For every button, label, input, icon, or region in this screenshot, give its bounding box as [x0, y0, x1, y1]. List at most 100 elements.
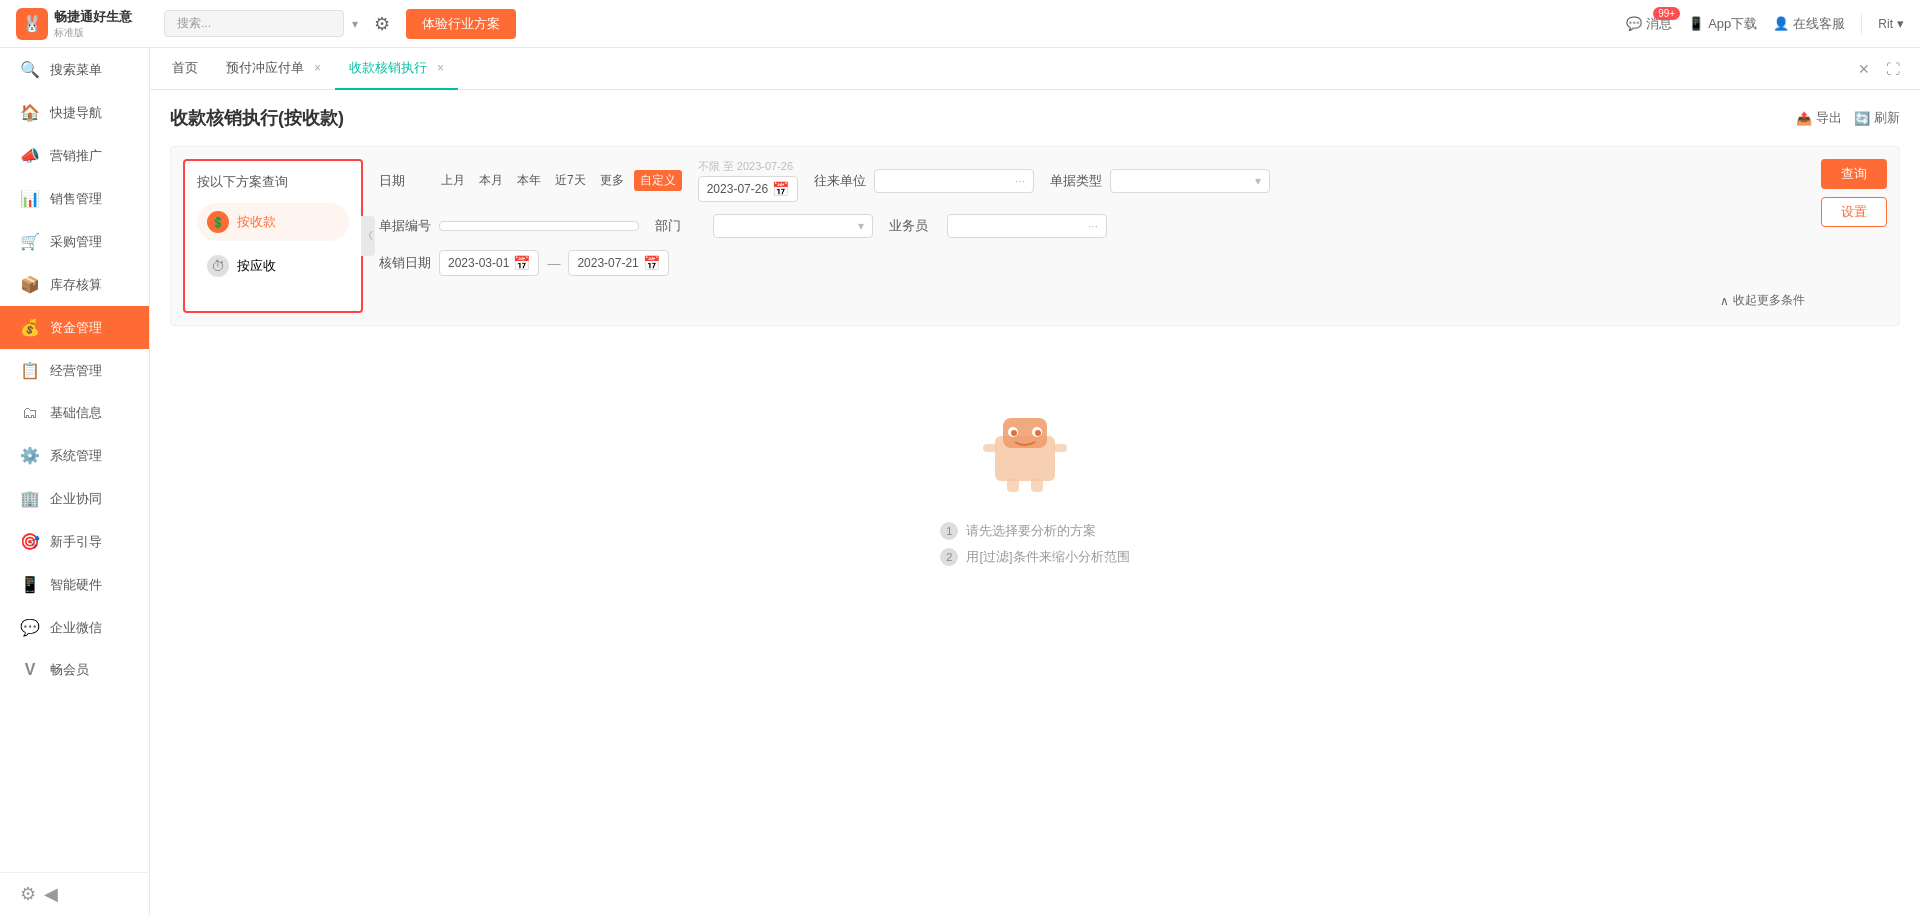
sidebar-item-label: 快捷导航: [50, 104, 102, 122]
shortcut-last-month[interactable]: 上月: [437, 170, 469, 191]
staff-select[interactable]: ···: [947, 214, 1107, 238]
shortcut-this-month[interactable]: 本月: [475, 170, 507, 191]
svg-point-4: [1011, 430, 1017, 436]
enterprise-icon: 🏢: [20, 489, 40, 508]
filter-panel-title: 按以下方案查询: [197, 173, 349, 191]
sales-icon: 📊: [20, 189, 40, 208]
content-area: 首页 预付冲应付单 × 收款核销执行 × ✕ ⛶ 收款核销执行(按收款): [150, 48, 1920, 915]
sidebar-item-operations[interactable]: 📋 经营管理: [0, 349, 149, 392]
sidebar-item-wechat[interactable]: 💬 企业微信: [0, 606, 149, 649]
gear-icon[interactable]: ⚙: [366, 13, 398, 35]
header-search-bar[interactable]: 搜索...: [164, 10, 344, 37]
dept-select[interactable]: ▾: [713, 214, 873, 238]
writeoff-end-input[interactable]: 2023-07-21 📅: [568, 250, 668, 276]
tip-num-1: 1: [940, 522, 958, 540]
tab-collection[interactable]: 收款核销执行 ×: [335, 48, 458, 90]
date-shortcuts: 上月 本月 本年 近7天 更多 自定义: [437, 170, 682, 191]
header-right: 💬 消息 99+ 📱 App下载 👤 在线客服 Rit ▾: [1626, 14, 1904, 34]
online-service-btn[interactable]: 👤 在线客服: [1773, 15, 1845, 33]
doc-no-input[interactable]: [439, 221, 639, 231]
collapse-more-btn[interactable]: ∧ 收起更多条件: [379, 288, 1805, 313]
tip-text-1: 请先选择要分析的方案: [966, 522, 1096, 540]
sidebar-item-finance[interactable]: 💰 资金管理: [0, 306, 149, 349]
sidebar-item-label: 企业协同: [50, 490, 102, 508]
calendar-writeoff-start-icon[interactable]: 📅: [513, 255, 530, 271]
setting-button[interactable]: 设置: [1821, 197, 1887, 227]
empty-tip-1: 1 请先选择要分析的方案: [940, 522, 1129, 540]
staff-dots-icon: ···: [1088, 219, 1098, 233]
doc-type-select[interactable]: ▾: [1110, 169, 1270, 193]
doc-type-label: 单据类型: [1050, 172, 1102, 190]
app-download-btn[interactable]: 📱 App下载: [1688, 15, 1757, 33]
tab-collection-label: 收款核销执行: [349, 59, 427, 77]
collapse-left-icon: 《: [363, 229, 373, 243]
shortcut-more[interactable]: 更多: [596, 170, 628, 191]
user-chevron-icon: ▾: [1897, 16, 1904, 31]
sidebar-item-sales[interactable]: 📊 销售管理: [0, 177, 149, 220]
filter-option-by-receipt[interactable]: 💲 按收款: [197, 203, 349, 241]
sidebar-item-label: 搜索菜单: [50, 61, 102, 79]
tab-close-all-icon[interactable]: ✕: [1854, 57, 1874, 81]
date-filter-item: 日期 上月 本月 本年 近7天 更多 自定义: [379, 170, 682, 191]
user-name: Rit: [1878, 17, 1893, 31]
sidebar-item-marketing[interactable]: 📣 营销推广: [0, 134, 149, 177]
sidebar-item-label: 基础信息: [50, 404, 102, 422]
chevron-down-icon[interactable]: ▾: [352, 17, 358, 31]
refresh-btn[interactable]: 🔄 刷新: [1854, 109, 1900, 127]
shortcut-custom[interactable]: 自定义: [634, 170, 682, 191]
sidebar-item-guide[interactable]: 🎯 新手引导: [0, 520, 149, 563]
app-icon: 📱: [1688, 16, 1704, 31]
sidebar-item-inventory[interactable]: 📦 库存核算: [0, 263, 149, 306]
collapse-left-panel-btn[interactable]: 《: [361, 216, 375, 256]
logo-icon: 🐰: [16, 8, 48, 40]
shortcut-this-year[interactable]: 本年: [513, 170, 545, 191]
svg-rect-8: [1007, 478, 1019, 492]
empty-tip-2: 2 用[过滤]条件来缩小分析范围: [940, 548, 1129, 566]
shortcut-7days[interactable]: 近7天: [551, 170, 590, 191]
calendar-start-icon[interactable]: 📅: [772, 181, 789, 197]
message-badge: 99+: [1653, 7, 1680, 20]
writeoff-date-filter-item: 核销日期 2023-03-01 📅 — 2023-07-21: [379, 250, 669, 276]
filter-option-by-receivable[interactable]: ⏱ 按应收: [197, 247, 349, 285]
writeoff-start-input[interactable]: 2023-03-01 📅: [439, 250, 539, 276]
dept-arrow-icon: ▾: [858, 219, 864, 233]
export-icon: 📤: [1796, 111, 1812, 126]
logo-sub-text: 标准版: [54, 26, 132, 40]
tab-collection-close-icon[interactable]: ×: [437, 61, 444, 75]
sidebar-item-quick-nav[interactable]: 🏠 快捷导航: [0, 91, 149, 134]
empty-illustration: [975, 406, 1075, 496]
tab-prepay-close-icon[interactable]: ×: [314, 61, 321, 75]
sidebar-item-search-menu[interactable]: 🔍 搜索菜单: [0, 48, 149, 91]
date-start-input[interactable]: 2023-07-26 📅: [698, 176, 798, 202]
sidebar-item-system[interactable]: ⚙️ 系统管理: [0, 434, 149, 477]
partner-dots-icon: ···: [1015, 174, 1025, 188]
sidebar-item-basic-info[interactable]: 🗂 基础信息: [0, 392, 149, 434]
empty-tips: 1 请先选择要分析的方案 2 用[过滤]条件来缩小分析范围: [940, 522, 1129, 566]
collapse-sidebar-icon[interactable]: ◀: [44, 883, 58, 905]
sidebar-item-hardware[interactable]: 📱 智能硬件: [0, 563, 149, 606]
export-btn[interactable]: 📤 导出: [1796, 109, 1842, 127]
query-button[interactable]: 查询: [1821, 159, 1887, 189]
date-range-area: 不限 至 2023-07-26 2023-07-26 📅: [698, 159, 798, 202]
tab-expand-icon[interactable]: ⛶: [1882, 57, 1904, 81]
docno-filter-row: 单据编号 部门 ▾: [379, 214, 1805, 238]
collapse-more-icon: ∧: [1720, 294, 1729, 308]
settings-bottom-icon[interactable]: ⚙: [20, 883, 36, 905]
sidebar-item-vip[interactable]: V 畅会员: [0, 649, 149, 691]
calendar-writeoff-end-icon[interactable]: 📅: [643, 255, 660, 271]
partner-select[interactable]: ···: [874, 169, 1034, 193]
user-name-area[interactable]: Rit ▾: [1878, 16, 1904, 31]
message-btn[interactable]: 💬 消息 99+: [1626, 15, 1672, 33]
tab-home-label: 首页: [172, 59, 198, 77]
sidebar-item-purchase[interactable]: 🛒 采购管理: [0, 220, 149, 263]
svg-point-5: [1035, 430, 1041, 436]
page-title: 收款核销执行(按收款): [170, 106, 344, 130]
tab-home[interactable]: 首页: [158, 48, 212, 90]
sidebar-item-enterprise[interactable]: 🏢 企业协同: [0, 477, 149, 520]
purchase-icon: 🛒: [20, 232, 40, 251]
tab-prepay[interactable]: 预付冲应付单 ×: [212, 48, 335, 90]
sidebar-item-label: 资金管理: [50, 319, 102, 337]
staff-label: 业务员: [889, 217, 939, 235]
wechat-icon: 💬: [20, 618, 40, 637]
industry-btn[interactable]: 体验行业方案: [406, 9, 516, 39]
